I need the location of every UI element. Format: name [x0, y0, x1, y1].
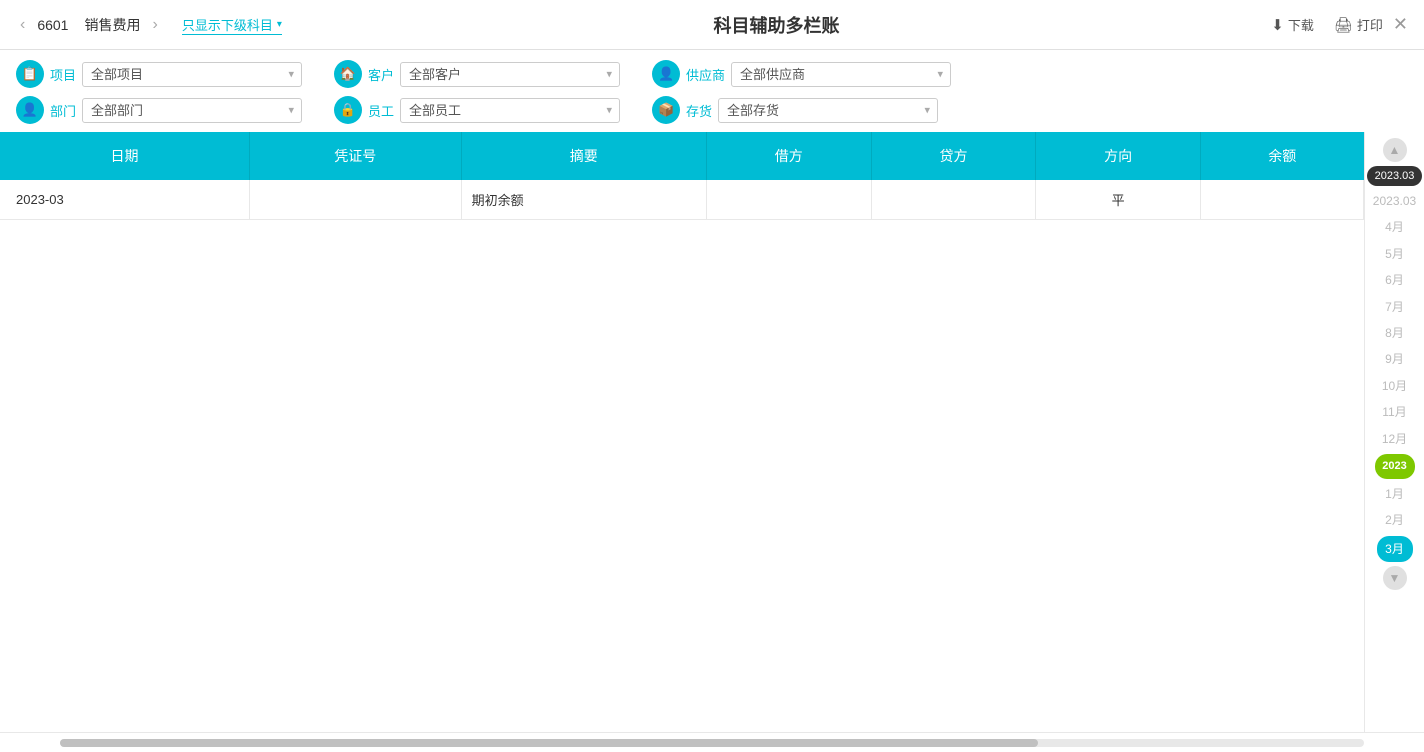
filter-item-customer: 🏠 客户 全部客户 — [334, 60, 620, 88]
filter-row-2: 👤 部门 全部部门 🔒 员工 全部员工 — [16, 96, 1408, 124]
timeline-item-1月[interactable]: 1月 — [1375, 481, 1415, 507]
print-label: 打印 — [1357, 15, 1383, 34]
department-label: 部门 — [50, 101, 76, 120]
inventory-select[interactable]: 全部存货 — [718, 98, 938, 123]
timeline-item-7月[interactable]: 7月 — [1375, 294, 1415, 320]
employee-select-wrapper: 全部员工 — [400, 98, 620, 123]
download-label: 下载 — [1288, 15, 1314, 34]
timeline-months: 4月5月6月7月8月9月10月11月12月20231月2月 3月 — [1375, 214, 1415, 564]
filter-item-project: 📋 项目 全部项目 — [16, 60, 302, 88]
project-label: 项目 — [50, 65, 76, 84]
supplier-label: 供应商 — [686, 65, 725, 84]
side-timeline: ▲ 2023.03 2023.03 4月5月6月7月8月9月10月11月12月2… — [1364, 132, 1424, 732]
page-title: 科目辅助多栏账 — [282, 12, 1271, 38]
cell-voucher — [249, 180, 461, 220]
supplier-select[interactable]: 全部供应商 — [731, 62, 951, 87]
data-table: 日期 凭证号 摘要 借方 贷方 方向 余额 2023-03 期初余额 平 — [0, 132, 1364, 220]
timeline-item-2月[interactable]: 2月 — [1375, 507, 1415, 533]
timeline-item-10月[interactable]: 10月 — [1375, 373, 1415, 399]
col-date: 日期 — [0, 132, 249, 180]
top-bar: ‹ 6601 销售费用 › 只显示下级科目 ▾ 科目辅助多栏账 ⬇ 下载 🖨 打… — [0, 0, 1424, 50]
supplier-icon: 👤 — [652, 60, 680, 88]
department-select[interactable]: 全部部门 — [82, 98, 302, 123]
supplier-select-wrapper: 全部供应商 — [731, 62, 951, 87]
customer-icon: 🏠 — [334, 60, 362, 88]
customer-select-wrapper: 全部客户 — [400, 62, 620, 87]
filter-item-inventory: 📦 存货 全部存货 — [652, 96, 938, 124]
timeline-item-11月[interactable]: 11月 — [1375, 399, 1415, 425]
department-icon: 👤 — [16, 96, 44, 124]
close-button[interactable]: ✕ — [1393, 14, 1408, 35]
table-header-row: 日期 凭证号 摘要 借方 贷方 方向 余额 — [0, 132, 1364, 180]
cell-summary: 期初余额 — [461, 180, 706, 220]
timeline-item-12月[interactable]: 12月 — [1375, 426, 1415, 452]
customer-label: 客户 — [368, 65, 394, 84]
employee-label: 员工 — [368, 101, 394, 120]
inventory-icon: 📦 — [652, 96, 680, 124]
cell-debit — [706, 180, 871, 220]
scrollbar-thumb[interactable] — [60, 739, 1038, 747]
top-actions: ⬇ 下载 🖨 打印 — [1271, 15, 1383, 34]
account-name: 销售费用 — [84, 15, 140, 35]
prev-account-button[interactable]: ‹ — [16, 16, 29, 34]
show-sub-button[interactable]: 只显示下级科目 ▾ — [182, 15, 282, 35]
col-debit: 借方 — [706, 132, 871, 180]
project-select-wrapper: 全部项目 — [82, 62, 302, 87]
timeline-scroll-down-button[interactable]: ▼ — [1383, 566, 1407, 590]
print-button[interactable]: 🖨 打印 — [1334, 15, 1383, 34]
horizontal-scrollbar-area — [0, 732, 1424, 752]
col-summary: 摘要 — [461, 132, 706, 180]
cell-date: 2023-03 — [0, 180, 249, 220]
employee-icon: 🔒 — [334, 96, 362, 124]
timeline-year-header-2023-03[interactable]: 2023.03 — [1367, 166, 1423, 186]
timeline-item-8月[interactable]: 8月 — [1375, 320, 1415, 346]
cell-balance — [1200, 180, 1363, 220]
timeline-item-2023-03-2[interactable]: 2023.03 — [1365, 188, 1424, 214]
account-code: 6601 — [37, 17, 68, 33]
filter-item-department: 👤 部门 全部部门 — [16, 96, 302, 124]
timeline-item-2023[interactable]: 2023 — [1375, 454, 1415, 479]
table-row[interactable]: 2023-03 期初余额 平 — [0, 180, 1364, 220]
main-content: 日期 凭证号 摘要 借方 贷方 方向 余额 2023-03 期初余额 平 — [0, 132, 1424, 732]
filter-area: 📋 项目 全部项目 🏠 客户 全部客户 — [0, 50, 1424, 132]
inventory-label: 存货 — [686, 101, 712, 120]
timeline-item-6月[interactable]: 6月 — [1375, 267, 1415, 293]
timeline-item-3月[interactable]: 3月 — [1377, 536, 1413, 562]
timeline-item-5月[interactable]: 5月 — [1375, 241, 1415, 267]
main-window: ‹ 6601 销售费用 › 只显示下级科目 ▾ 科目辅助多栏账 ⬇ 下载 🖨 打… — [0, 0, 1424, 752]
scrollbar-track[interactable] — [60, 739, 1364, 747]
next-account-button[interactable]: › — [148, 16, 161, 34]
cell-direction: 平 — [1036, 180, 1201, 220]
download-button[interactable]: ⬇ 下载 — [1271, 15, 1314, 34]
table-area: 日期 凭证号 摘要 借方 贷方 方向 余额 2023-03 期初余额 平 — [0, 132, 1364, 732]
filter-item-supplier: 👤 供应商 全部供应商 — [652, 60, 951, 88]
timeline-scroll-up-button[interactable]: ▲ — [1383, 138, 1407, 162]
col-credit: 贷方 — [871, 132, 1036, 180]
timeline-item-4月[interactable]: 4月 — [1375, 214, 1415, 240]
project-icon: 📋 — [16, 60, 44, 88]
employee-select[interactable]: 全部员工 — [400, 98, 620, 123]
department-select-wrapper: 全部部门 — [82, 98, 302, 123]
show-sub-label: 只显示下级科目 — [182, 15, 273, 34]
timeline-item-9月[interactable]: 9月 — [1375, 346, 1415, 372]
download-icon: ⬇ — [1271, 16, 1284, 34]
filter-row-1: 📋 项目 全部项目 🏠 客户 全部客户 — [16, 60, 1408, 88]
col-direction: 方向 — [1036, 132, 1201, 180]
cell-credit — [871, 180, 1036, 220]
col-balance: 余额 — [1200, 132, 1363, 180]
project-select[interactable]: 全部项目 — [82, 62, 302, 87]
customer-select[interactable]: 全部客户 — [400, 62, 620, 87]
col-voucher: 凭证号 — [249, 132, 461, 180]
filter-item-employee: 🔒 员工 全部员工 — [334, 96, 620, 124]
inventory-select-wrapper: 全部存货 — [718, 98, 938, 123]
print-icon: 🖨 — [1334, 16, 1353, 34]
